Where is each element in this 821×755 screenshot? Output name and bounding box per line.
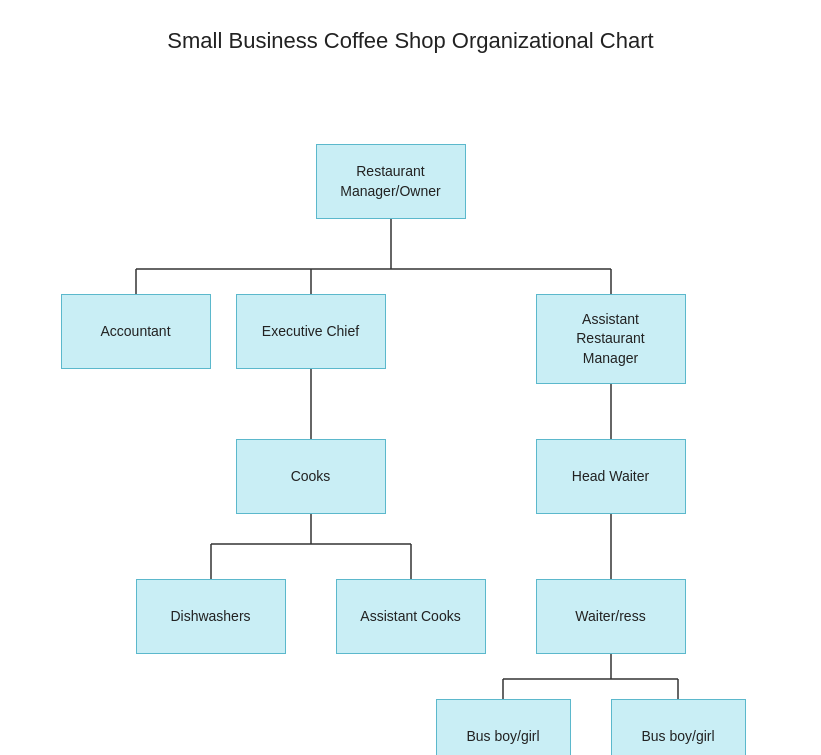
node-accountant: Accountant	[61, 294, 211, 369]
node-asst-manager: Assistant Restaurant Manager	[536, 294, 686, 384]
node-busboy2: Bus boy/girl	[611, 699, 746, 755]
node-dishwashers: Dishwashers	[136, 579, 286, 654]
page-title: Small Business Coffee Shop Organizationa…	[167, 28, 653, 54]
node-manager: Restaurant Manager/Owner	[316, 144, 466, 219]
org-chart: Restaurant Manager/Owner Accountant Exec…	[21, 84, 801, 744]
node-cooks: Cooks	[236, 439, 386, 514]
node-waitress: Waiter/ress	[536, 579, 686, 654]
node-busboy1: Bus boy/girl	[436, 699, 571, 755]
node-head-waiter: Head Waiter	[536, 439, 686, 514]
node-exec-chief: Executive Chief	[236, 294, 386, 369]
node-asst-cooks: Assistant Cooks	[336, 579, 486, 654]
